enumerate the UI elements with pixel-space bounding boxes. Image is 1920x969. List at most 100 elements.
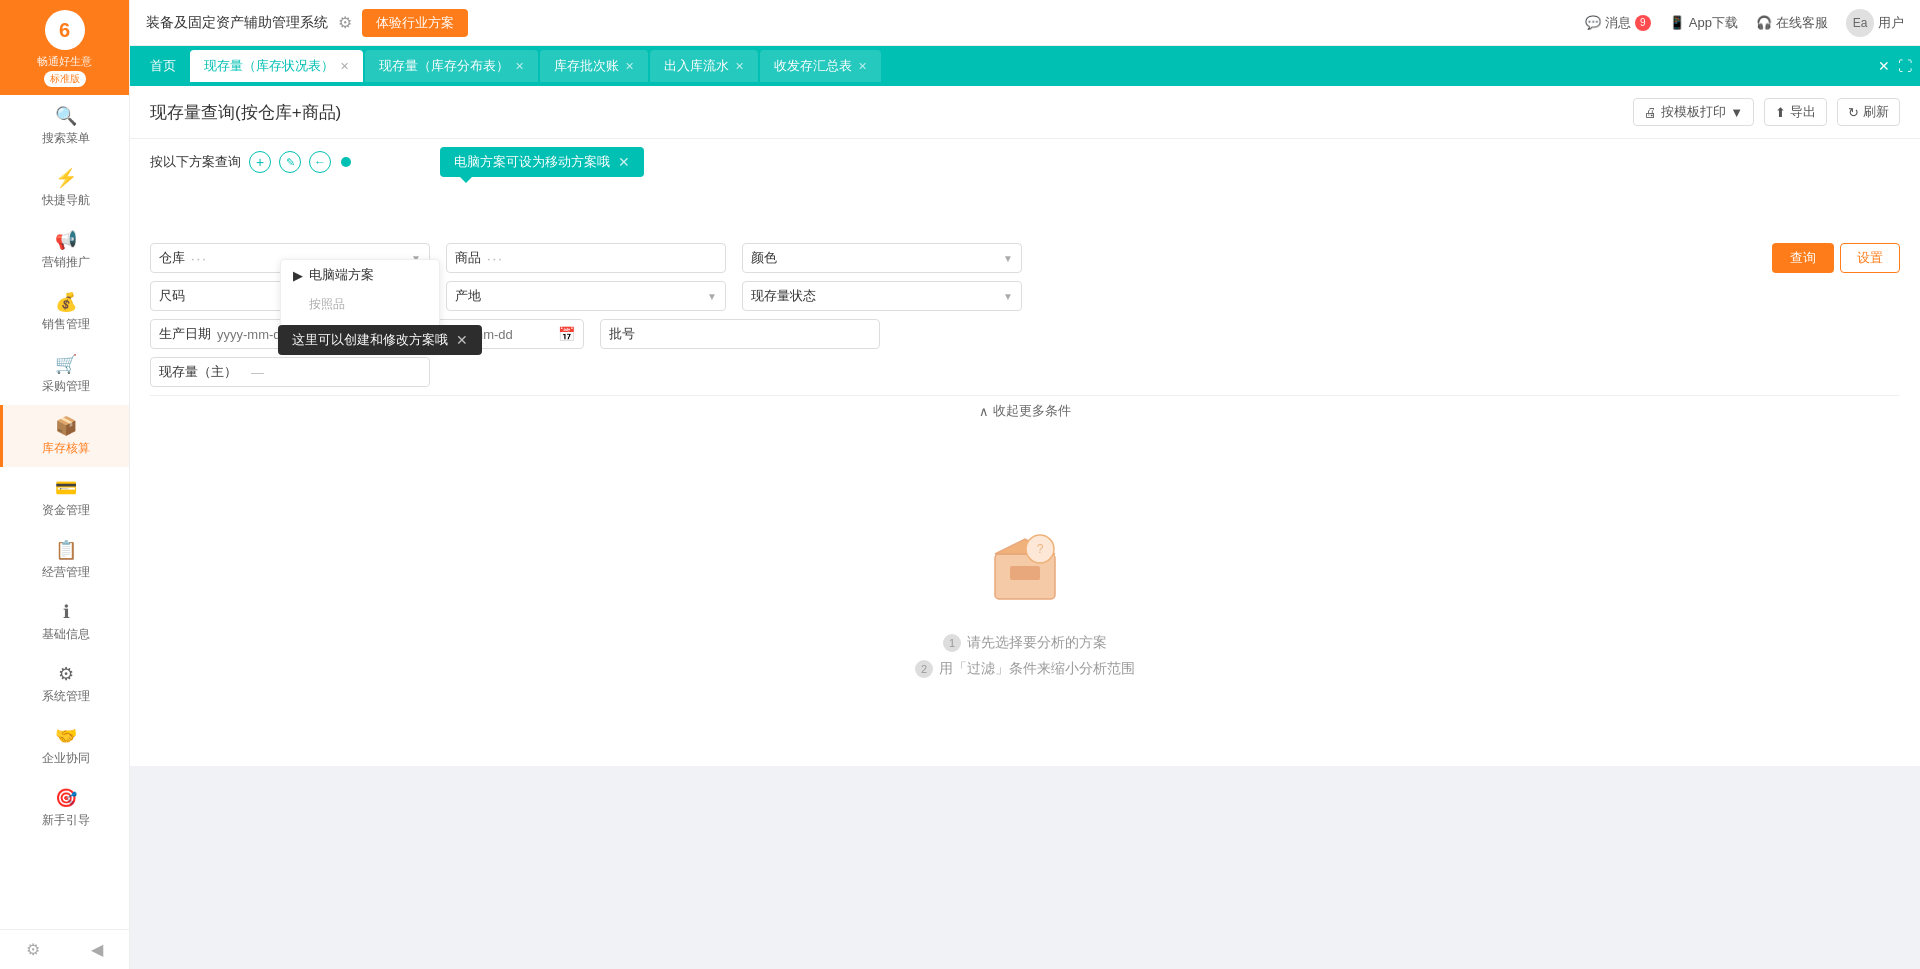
sidebar-item-label: 企业协同 [42, 750, 90, 767]
message-item[interactable]: 💬 消息 9 [1585, 14, 1651, 32]
calendar-icon[interactable]: 📅 [558, 326, 575, 342]
logo-badge: 标准版 [44, 71, 86, 87]
search-icon: 🔍 [55, 105, 77, 127]
chevron-down-icon: ▼ [1003, 253, 1013, 264]
origin-field[interactable]: 产地 ▼ [446, 281, 726, 311]
sidebar-item-label: 快捷导航 [42, 192, 90, 209]
sidebar-item-purchase[interactable]: 🛒 采购管理 [0, 343, 129, 405]
dot-indicator [341, 157, 351, 167]
headset-icon: 🎧 [1756, 15, 1772, 30]
collapse-btn[interactable]: ∧ 收起更多条件 [150, 395, 1900, 426]
arrow-icon: ▶ [293, 268, 303, 283]
sidebar-item-quicknav[interactable]: ⚡ 快捷导航 [0, 157, 129, 219]
color-field[interactable]: 颜色 ▼ [742, 243, 1022, 273]
stock-qty-field[interactable]: 现存量（主） — [150, 357, 430, 387]
svg-rect-2 [1010, 566, 1040, 580]
sidebar-item-basic[interactable]: ℹ 基础信息 [0, 591, 129, 653]
export-icon: ⬆ [1775, 105, 1786, 120]
sidebar-item-inventory[interactable]: 📦 库存核算 [0, 405, 129, 467]
sidebar-item-label: 经营管理 [42, 564, 90, 581]
sales-icon: 💰 [55, 291, 77, 313]
user-label: 用户 [1878, 14, 1904, 32]
system-name: 装备及固定资产辅助管理系统 [146, 14, 328, 32]
filter-area: 电脑方案可设为移动方案哦 ✕ 按以下方案查询 + ✎ ← 这里可以创建和修改方案… [130, 139, 1920, 434]
online-support-item[interactable]: 🎧 在线客服 [1756, 14, 1828, 32]
tab-inventory-status[interactable]: 现存量（库存状况表） ✕ [190, 50, 363, 82]
chevron-down-icon: ▼ [707, 291, 717, 302]
sidebar-item-guide[interactable]: 🎯 新手引导 [0, 777, 129, 839]
tab-summary[interactable]: 收发存汇总表 ✕ [760, 50, 881, 82]
finance-icon: 💳 [55, 477, 77, 499]
filter-edit-btn[interactable]: ✎ [279, 151, 301, 173]
user-item[interactable]: Ea 用户 [1846, 9, 1904, 37]
page-header: 现存量查询(按仓库+商品) 🖨 按模板打印 ▼ ⬆ 导出 ↻ 刷新 [130, 86, 1920, 139]
header-left: 装备及固定资产辅助管理系统 ⚙ 体验行业方案 [146, 9, 468, 37]
quicknav-icon: ⚡ [55, 167, 77, 189]
logo-icon: 6 [45, 10, 85, 50]
tab-close-all-icon[interactable]: ✕ [1878, 58, 1890, 74]
purchase-icon: 🛒 [55, 353, 77, 375]
tab-close-icon[interactable]: ✕ [625, 60, 634, 73]
filter-add-btn[interactable]: + [249, 151, 271, 173]
page-area: 现存量查询(按仓库+商品) 🖨 按模板打印 ▼ ⬆ 导出 ↻ 刷新 [130, 86, 1920, 969]
reset-btn[interactable]: 设置 [1840, 243, 1900, 273]
stock-qty-label: 现存量（主） [159, 363, 237, 381]
search-btn[interactable]: 查询 [1772, 243, 1834, 273]
settings-icon[interactable]: ⚙ [26, 940, 40, 959]
scheme-pc-label: 按照品 [281, 290, 439, 319]
filter-row-4: 现存量（主） — [150, 357, 1900, 387]
color-label: 颜色 [751, 249, 777, 267]
empty-icon: ? [975, 514, 1075, 614]
tab-expand-icon[interactable]: ⛶ [1898, 58, 1912, 74]
tooltip-popup-2: 这里可以创建和修改方案哦 ✕ [278, 325, 482, 355]
collapse-sidebar-icon[interactable]: ◀ [91, 940, 103, 959]
chevron-down-icon: ▼ [1003, 291, 1013, 302]
page-content: 现存量查询(按仓库+商品) 🖨 按模板打印 ▼ ⬆ 导出 ↻ 刷新 [130, 86, 1920, 766]
batch-no-field[interactable]: 批号 [600, 319, 880, 349]
tab-home[interactable]: 首页 [138, 50, 188, 82]
sidebar-item-marketing[interactable]: 📢 营销推广 [0, 219, 129, 281]
tab-close-icon[interactable]: ✕ [515, 60, 524, 73]
logo-text: 畅通好生意 [37, 54, 92, 69]
tab-inventory-dist[interactable]: 现存量（库存分布表） ✕ [365, 50, 538, 82]
sidebar-item-operation[interactable]: 📋 经营管理 [0, 529, 129, 591]
product-field[interactable]: 商品 ··· [446, 243, 726, 273]
sidebar-item-label: 资金管理 [42, 502, 90, 519]
industry-btn[interactable]: 体验行业方案 [362, 9, 468, 37]
export-btn[interactable]: ⬆ 导出 [1764, 98, 1827, 126]
gear-icon[interactable]: ⚙ [338, 13, 352, 32]
system-icon: ⚙ [58, 663, 74, 685]
sidebar-item-label: 采购管理 [42, 378, 90, 395]
svg-text:?: ? [1037, 542, 1044, 556]
sidebar-item-finance[interactable]: 💳 资金管理 [0, 467, 129, 529]
tooltip-close-1[interactable]: ✕ [618, 154, 630, 170]
empty-hint-2: 2 用「过滤」条件来缩小分析范围 [915, 660, 1135, 678]
tooltip-popup-1: 电脑方案可设为移动方案哦 ✕ [440, 147, 644, 177]
empty-state: ? 1 请先选择要分析的方案 2 用「过滤」条件来缩小分析范围 [130, 434, 1920, 766]
tab-close-icon[interactable]: ✕ [340, 60, 349, 73]
tab-batch-ledger[interactable]: 库存批次账 ✕ [540, 50, 648, 82]
print-btn[interactable]: 🖨 按模板打印 ▼ [1633, 98, 1754, 126]
refresh-btn[interactable]: ↻ 刷新 [1837, 98, 1900, 126]
filter-header: 按以下方案查询 + ✎ ← [150, 151, 1900, 173]
stock-status-field[interactable]: 现存量状态 ▼ [742, 281, 1022, 311]
filter-arrow-btn[interactable]: ← [309, 151, 331, 173]
app-download-item[interactable]: 📱 App下载 [1669, 14, 1738, 32]
main-content: 装备及固定资产辅助管理系统 ⚙ 体验行业方案 💬 消息 9 📱 App下载 🎧 … [130, 0, 1920, 969]
tab-close-icon[interactable]: ✕ [858, 60, 867, 73]
tooltip-close-2[interactable]: ✕ [456, 332, 468, 348]
tab-close-icon[interactable]: ✕ [735, 60, 744, 73]
message-label: 消息 [1605, 14, 1631, 32]
scheme-pc-item[interactable]: ▶ 电脑端方案 [281, 260, 439, 290]
tab-inout-flow[interactable]: 出入库流水 ✕ [650, 50, 758, 82]
sidebar-item-search[interactable]: 🔍 搜索菜单 [0, 95, 129, 157]
product-label: 商品 [455, 249, 481, 267]
sidebar-item-sales[interactable]: 💰 销售管理 [0, 281, 129, 343]
sidebar-item-collab[interactable]: 🤝 企业协同 [0, 715, 129, 777]
sidebar-item-system[interactable]: ⚙ 系统管理 [0, 653, 129, 715]
message-icon: 💬 [1585, 15, 1601, 30]
sidebar-item-label: 基础信息 [42, 626, 90, 643]
sidebar: 6 畅通好生意 标准版 🔍 搜索菜单 ⚡ 快捷导航 📢 营销推广 💰 销售管理 … [0, 0, 130, 969]
sidebar-footer: ⚙ ◀ [0, 929, 129, 969]
warehouse-label: 仓库 [159, 249, 185, 267]
